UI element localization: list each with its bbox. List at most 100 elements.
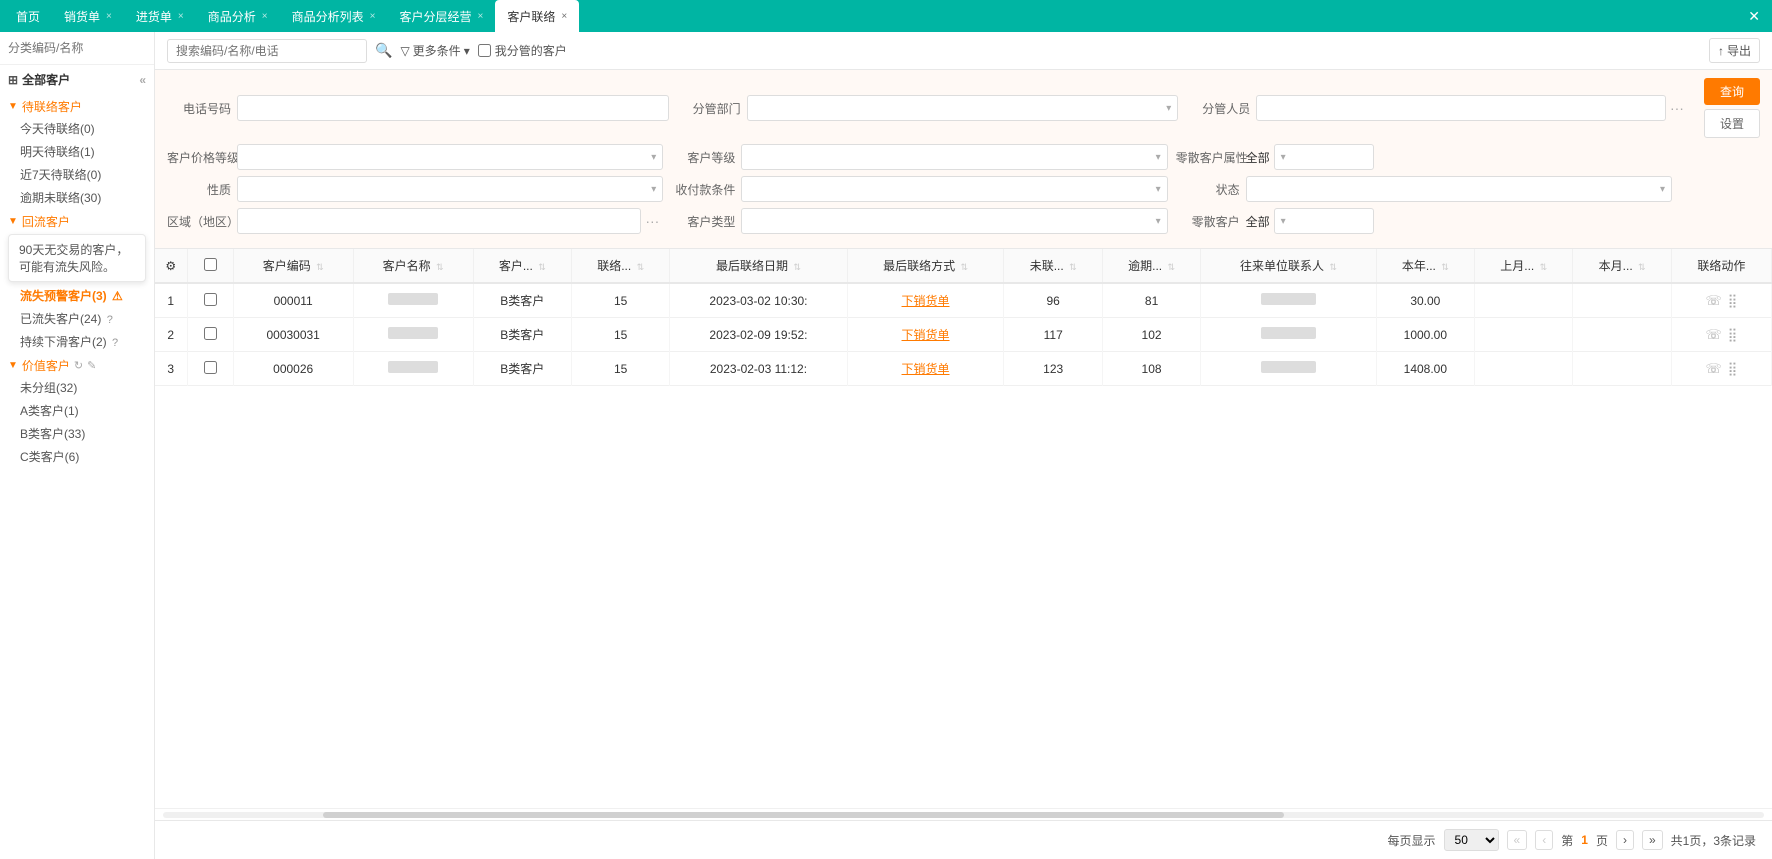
sidebar-group-pending[interactable]: ▼ 待联络客户 [0, 94, 154, 117]
tab-product-analysis-close[interactable]: × [262, 11, 268, 22]
td-contact: 15 [571, 283, 669, 318]
th-overdue[interactable]: 逾期... ⇅ [1102, 249, 1200, 283]
filter-select-nature[interactable]: ▾ [237, 176, 663, 202]
chevron-down-icon: ▾ [464, 44, 470, 58]
filter-select-retail-attr[interactable]: ▾ [1274, 144, 1374, 170]
th-code[interactable]: 客户编码 ⇅ [233, 249, 353, 283]
sidebar-item-today[interactable]: 今天待联络(0) [0, 117, 154, 140]
more-action-icon[interactable]: ⣿ [1728, 361, 1738, 377]
export-button[interactable]: ↑ 导出 [1709, 38, 1760, 63]
filter-input-phone[interactable] [237, 95, 669, 121]
tab-customer-contact-close[interactable]: × [561, 11, 567, 22]
td-checkbox[interactable] [187, 318, 233, 352]
td-overdue: 81 [1102, 283, 1200, 318]
filter-select-customer-type[interactable]: ▾ [741, 208, 1167, 234]
sidebar-search-input[interactable] [8, 41, 155, 55]
sidebar-collapse-btn[interactable]: « [139, 73, 146, 87]
filter-label-status: 状态 [1176, 181, 1246, 198]
tab-customer-layer[interactable]: 客户分层经营 × [387, 0, 495, 32]
sidebar-group-return[interactable]: ▼ 回流客户 [0, 209, 154, 232]
sidebar-item-class-a[interactable]: A类客户(1) [0, 399, 154, 422]
tab-product-analysis[interactable]: 商品分析 × [196, 0, 280, 32]
tab-customer-contact[interactable]: 客户联络 × [495, 0, 579, 32]
prev-page-btn[interactable]: ‹ [1535, 830, 1553, 850]
sidebar-item-class-b[interactable]: B类客户(33) [0, 422, 154, 445]
filter-search-button[interactable]: 🔍 [375, 42, 392, 59]
tab-product-list-close[interactable]: × [370, 11, 376, 22]
more-conditions-button[interactable]: ▽ 更多条件 ▾ [400, 42, 469, 59]
filter-select-customer-level[interactable]: ▾ [741, 144, 1167, 170]
td-checkbox[interactable] [187, 352, 233, 386]
more-action-icon[interactable]: ⣿ [1728, 293, 1738, 309]
th-contact-person[interactable]: 往来单位联系人 ⇅ [1201, 249, 1376, 283]
th-checkbox[interactable] [187, 249, 233, 283]
sidebar-item-class-c[interactable]: C类客户(6) [0, 445, 154, 468]
my-customers-check[interactable] [478, 44, 491, 57]
filter-input-region[interactable] [237, 208, 641, 234]
filter-input-person[interactable] [1256, 95, 1666, 121]
tab-sales-close[interactable]: × [106, 11, 112, 22]
filter-search-input[interactable] [167, 39, 367, 63]
contact-icon[interactable]: ☏ [1706, 361, 1722, 377]
th-last-contact-way[interactable]: 最后联络方式 ⇅ [847, 249, 1004, 283]
select-all-checkbox[interactable] [204, 258, 217, 271]
th-name[interactable]: 客户名称 ⇅ [353, 249, 473, 283]
td-seq: 1 [155, 283, 187, 318]
tab-customer-layer-close[interactable]: × [477, 11, 483, 22]
td-last-contact-way[interactable]: 下销货单 [847, 352, 1004, 386]
tab-product-list[interactable]: 商品分析列表 × [280, 0, 388, 32]
filter-select-payment[interactable]: ▾ [741, 176, 1167, 202]
filter-select-status[interactable]: ▾ [1246, 176, 1672, 202]
window-close-btn[interactable]: ✕ [1740, 8, 1768, 25]
td-last-contact-way[interactable]: 下销货单 [847, 318, 1004, 352]
th-last-contact-date[interactable]: 最后联络日期 ⇅ [670, 249, 847, 283]
first-page-btn[interactable]: « [1507, 830, 1528, 850]
th-settings[interactable]: ⚙ [155, 249, 187, 283]
td-action: ☏ ⣿ [1671, 283, 1771, 318]
tab-purchase[interactable]: 进货单 × [124, 0, 196, 32]
sort-icon7: ⇅ [1069, 262, 1077, 272]
sidebar-item-overdue[interactable]: 逾期未联络(30) [0, 186, 154, 209]
tab-purchase-close[interactable]: × [178, 11, 184, 22]
more-action-icon[interactable]: ⣿ [1728, 327, 1738, 343]
sidebar-item-declining[interactable]: 持续下滑客户(2) ? [0, 330, 154, 353]
contact-icon[interactable]: ☏ [1706, 327, 1722, 343]
sidebar-item-ungroup[interactable]: 未分组(32) [0, 376, 154, 399]
sidebar-all-customers[interactable]: ⊞ 全部客户 « [0, 65, 154, 94]
th-contact-count[interactable]: 联络... ⇅ [571, 249, 669, 283]
th-customer-type[interactable]: 客户... ⇅ [473, 249, 571, 283]
sidebar-item-churned[interactable]: 已流失客户(24) ? [0, 307, 154, 330]
th-this-month[interactable]: 本月... ⇅ [1573, 249, 1671, 283]
th-last-month[interactable]: 上月... ⇅ [1475, 249, 1573, 283]
per-page-select[interactable]: 50 100 200 [1444, 829, 1499, 851]
more-icon[interactable]: ··· [1666, 100, 1688, 116]
last-page-btn[interactable]: » [1642, 830, 1663, 850]
chevron-down-icon7: ▾ [1156, 184, 1161, 195]
tab-home[interactable]: 首页 [4, 0, 52, 32]
scrollbar-thumb[interactable] [323, 812, 1284, 818]
filter-select-dept[interactable]: ▾ [747, 95, 1179, 121]
horizontal-scrollbar[interactable] [155, 808, 1772, 820]
filter-select-price-level[interactable]: ▾ [237, 144, 663, 170]
row-checkbox[interactable] [204, 327, 217, 340]
my-customers-checkbox[interactable]: 我分管的客户 [478, 42, 567, 59]
contact-icon[interactable]: ☏ [1706, 293, 1722, 309]
th-this-year[interactable]: 本年... ⇅ [1376, 249, 1474, 283]
th-not-contacted[interactable]: 未联... ⇅ [1004, 249, 1102, 283]
filter-select-retail[interactable]: ▾ [1274, 208, 1374, 234]
edit-icon[interactable]: ✎ [87, 359, 96, 372]
sidebar-item-churn-warning[interactable]: 流失预警客户(3) ⚠ [0, 284, 154, 307]
refresh-icon[interactable]: ↻ [74, 359, 83, 372]
row-checkbox[interactable] [204, 361, 217, 374]
settings-button[interactable]: 设置 [1704, 109, 1760, 138]
query-button[interactable]: 查询 [1704, 78, 1760, 105]
sidebar-item-7days[interactable]: 近7天待联络(0) [0, 163, 154, 186]
tab-sales[interactable]: 销货单 × [52, 0, 124, 32]
row-checkbox[interactable] [204, 293, 217, 306]
more-icon2[interactable]: ··· [641, 213, 663, 229]
sidebar-item-tomorrow[interactable]: 明天待联络(1) [0, 140, 154, 163]
next-page-btn[interactable]: › [1616, 830, 1634, 850]
td-last-contact-way[interactable]: 下销货单 [847, 283, 1004, 318]
sidebar-group-value[interactable]: ▼ 价值客户 ↻ ✎ [0, 353, 154, 376]
td-checkbox[interactable] [187, 283, 233, 318]
